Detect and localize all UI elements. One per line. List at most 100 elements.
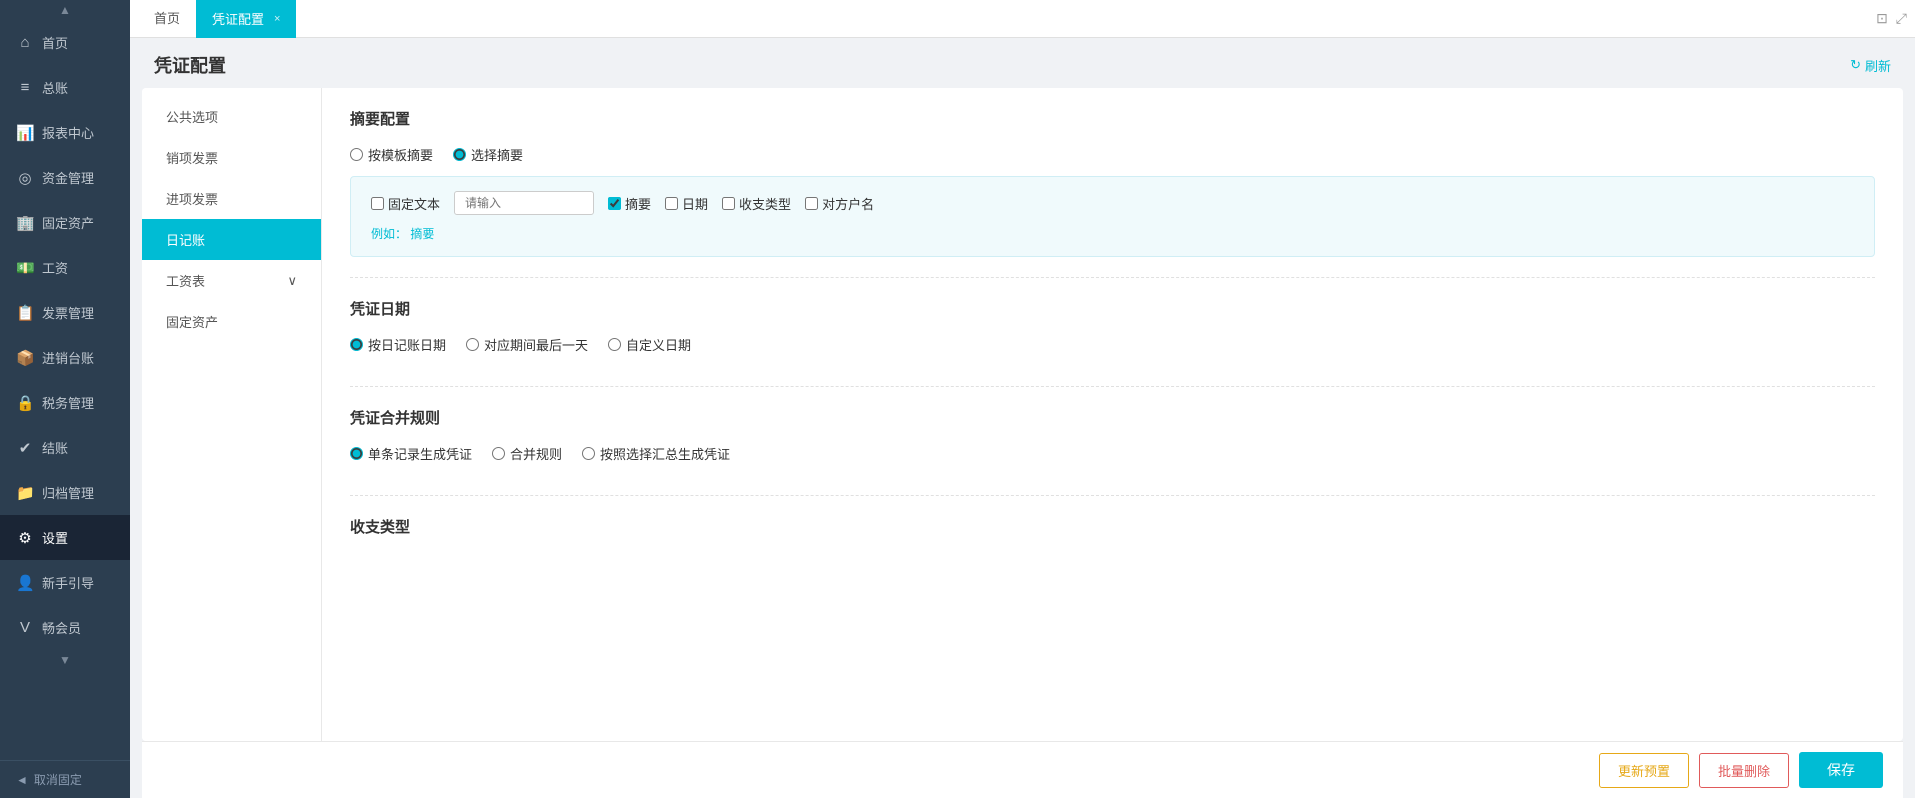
settings-icon: ⚙ bbox=[16, 529, 34, 547]
content-layout: 公共选项 销项发票 进项发票 日记账 工资表 ∨ 固定资产 摘要配置 bbox=[142, 88, 1903, 741]
radio-template[interactable] bbox=[350, 148, 363, 161]
checkbox-summary[interactable] bbox=[608, 197, 621, 210]
save-button[interactable]: 保存 bbox=[1799, 752, 1883, 788]
merge-rules-title: 凭证合并规则 bbox=[350, 407, 1875, 428]
salary-icon: 💵 bbox=[16, 259, 34, 277]
tab-home[interactable]: 首页 bbox=[138, 0, 196, 38]
tab-voucher-config[interactable]: 凭证配置 × bbox=[196, 0, 296, 38]
sidebar-item-tax[interactable]: 🔒 税务管理 bbox=[0, 380, 130, 425]
payroll-arrow-icon: ∨ bbox=[287, 273, 297, 289]
radio-select[interactable] bbox=[453, 148, 466, 161]
sidebar-item-invoice[interactable]: 📋 发票管理 bbox=[0, 290, 130, 335]
maximize-icon[interactable]: ⤢ bbox=[1896, 10, 1907, 27]
member-icon: V bbox=[16, 619, 34, 636]
section-merge-rules: 凭证合并规则 单条记录生成凭证 合并规则 按照选择汇总生成凭证 bbox=[350, 407, 1875, 496]
invoice-icon: 📋 bbox=[16, 304, 34, 322]
reports-icon: 📊 bbox=[16, 124, 34, 142]
checkbox-fixed-text-label[interactable]: 固定文本 bbox=[371, 194, 440, 213]
sidebar-item-inventory[interactable]: 📦 进销台账 bbox=[0, 335, 130, 380]
sidebar-bottom: ◄ 取消固定 bbox=[0, 760, 130, 798]
radio-custom-date[interactable] bbox=[608, 338, 621, 351]
ledger-icon: ≡ bbox=[16, 79, 34, 96]
finance-icon: ◎ bbox=[16, 169, 34, 187]
section-voucher-date: 凭证日期 按日记账日期 对应期间最后一天 自定义日期 bbox=[350, 298, 1875, 387]
radio-journal-date[interactable] bbox=[350, 338, 363, 351]
menu-item-sale-invoice[interactable]: 销项发票 bbox=[142, 137, 321, 178]
checkbox-income-type-label[interactable]: 收支类型 bbox=[722, 194, 791, 213]
sidebar-item-member[interactable]: V 畅会员 bbox=[0, 605, 130, 650]
radio-combined[interactable] bbox=[582, 447, 595, 460]
left-menu: 公共选项 销项发票 进项发票 日记账 工资表 ∨ 固定资产 bbox=[142, 88, 322, 741]
sidebar-item-salary[interactable]: 💵 工资 bbox=[0, 245, 130, 290]
radio-combined-label[interactable]: 按照选择汇总生成凭证 bbox=[582, 444, 730, 463]
checkbox-date-label[interactable]: 日期 bbox=[665, 194, 708, 213]
sidebar-item-ledger[interactable]: ≡ 总账 bbox=[0, 65, 130, 110]
radio-last-day[interactable] bbox=[466, 338, 479, 351]
checkbox-date[interactable] bbox=[665, 197, 678, 210]
section-summary: 摘要配置 按模板摘要 选择摘要 固定文本 bbox=[350, 108, 1875, 278]
radio-single-label[interactable]: 单条记录生成凭证 bbox=[350, 444, 472, 463]
refresh-button[interactable]: ↻ 刷新 bbox=[1850, 56, 1891, 75]
menu-item-payroll[interactable]: 工资表 ∨ bbox=[142, 260, 321, 301]
sidebar-item-assets[interactable]: 🏢 固定资产 bbox=[0, 200, 130, 245]
radio-last-day-label[interactable]: 对应期间最后一天 bbox=[466, 335, 588, 354]
archive-icon: 📁 bbox=[16, 484, 34, 502]
radio-merge[interactable] bbox=[492, 447, 505, 460]
main-area: 首页 凭证配置 × ⊡ ⤢ 凭证配置 ↻ 刷新 公共选项 销项发票 进 bbox=[130, 0, 1915, 798]
section-income-type: 收支类型 bbox=[350, 516, 1875, 573]
sidebar-item-home[interactable]: ⌂ 首页 bbox=[0, 20, 130, 65]
summary-radio-group: 按模板摘要 选择摘要 bbox=[350, 145, 1875, 164]
sidebar-item-archive[interactable]: 📁 归档管理 bbox=[0, 470, 130, 515]
checkbox-counterpart-label[interactable]: 对方户名 bbox=[805, 194, 874, 213]
merge-rules-radio-group: 单条记录生成凭证 合并规则 按照选择汇总生成凭证 bbox=[350, 444, 1875, 463]
menu-item-journal[interactable]: 日记账 bbox=[142, 219, 321, 260]
inventory-icon: 📦 bbox=[16, 349, 34, 367]
right-content: 摘要配置 按模板摘要 选择摘要 固定文本 bbox=[322, 88, 1903, 741]
sidebar-scroll-down[interactable]: ▼ bbox=[0, 650, 130, 670]
summary-example: 例如： 摘要 bbox=[371, 225, 1854, 242]
page-header: 凭证配置 ↻ 刷新 bbox=[130, 38, 1915, 88]
sidebar-item-guide[interactable]: 👤 新手引导 bbox=[0, 560, 130, 605]
page-title: 凭证配置 bbox=[154, 52, 226, 78]
batch-delete-button[interactable]: 批量删除 bbox=[1699, 753, 1789, 788]
radio-journal-date-label[interactable]: 按日记账日期 bbox=[350, 335, 446, 354]
checkbox-summary-label[interactable]: 摘要 bbox=[608, 194, 651, 213]
summary-options-row: 固定文本 摘要 日期 收支类型 bbox=[371, 191, 1854, 215]
window-controls: ⊡ ⤢ bbox=[1876, 10, 1907, 27]
checkbox-fixed-text[interactable] bbox=[371, 197, 384, 210]
sidebar-item-settings[interactable]: ⚙ 设置 bbox=[0, 515, 130, 560]
update-preset-button[interactable]: 更新预置 bbox=[1599, 753, 1689, 788]
voucher-date-title: 凭证日期 bbox=[350, 298, 1875, 319]
sidebar-item-finance[interactable]: ◎ 资金管理 bbox=[0, 155, 130, 200]
radio-merge-label[interactable]: 合并规则 bbox=[492, 444, 562, 463]
sidebar: ▲ ⌂ 首页 ≡ 总账 📊 报表中心 ◎ 资金管理 🏢 固定资产 💵 工资 📋 … bbox=[0, 0, 130, 798]
pin-icon: ◄ bbox=[16, 773, 28, 787]
close-accounts-icon: ✔ bbox=[16, 439, 34, 457]
refresh-icon: ↻ bbox=[1850, 57, 1861, 73]
radio-template-label[interactable]: 按模板摘要 bbox=[350, 145, 433, 164]
guide-icon: 👤 bbox=[16, 574, 34, 592]
voucher-date-radio-group: 按日记账日期 对应期间最后一天 自定义日期 bbox=[350, 335, 1875, 354]
sidebar-item-close[interactable]: ✔ 结账 bbox=[0, 425, 130, 470]
tax-icon: 🔒 bbox=[16, 394, 34, 412]
assets-icon: 🏢 bbox=[16, 214, 34, 232]
income-type-title: 收支类型 bbox=[350, 516, 1875, 537]
menu-item-purchase-invoice[interactable]: 进项发票 bbox=[142, 178, 321, 219]
menu-item-public[interactable]: 公共选项 bbox=[142, 96, 321, 137]
summary-section-title: 摘要配置 bbox=[350, 108, 1875, 129]
restore-icon[interactable]: ⊡ bbox=[1876, 10, 1888, 27]
tab-bar: 首页 凭证配置 × ⊡ ⤢ bbox=[130, 0, 1915, 38]
menu-item-fixed-assets[interactable]: 固定资产 bbox=[142, 301, 321, 342]
radio-select-label[interactable]: 选择摘要 bbox=[453, 145, 523, 164]
sidebar-item-reports[interactable]: 📊 报表中心 bbox=[0, 110, 130, 155]
tab-close-icon[interactable]: × bbox=[274, 13, 280, 25]
checkbox-income-type[interactable] bbox=[722, 197, 735, 210]
home-icon: ⌂ bbox=[16, 34, 34, 51]
summary-config-box: 固定文本 摘要 日期 收支类型 bbox=[350, 176, 1875, 257]
sidebar-pin[interactable]: ◄ 取消固定 bbox=[0, 761, 130, 798]
radio-single[interactable] bbox=[350, 447, 363, 460]
checkbox-counterpart[interactable] bbox=[805, 197, 818, 210]
radio-custom-date-label[interactable]: 自定义日期 bbox=[608, 335, 691, 354]
sidebar-scroll-up[interactable]: ▲ bbox=[0, 0, 130, 20]
fixed-text-input[interactable] bbox=[454, 191, 594, 215]
